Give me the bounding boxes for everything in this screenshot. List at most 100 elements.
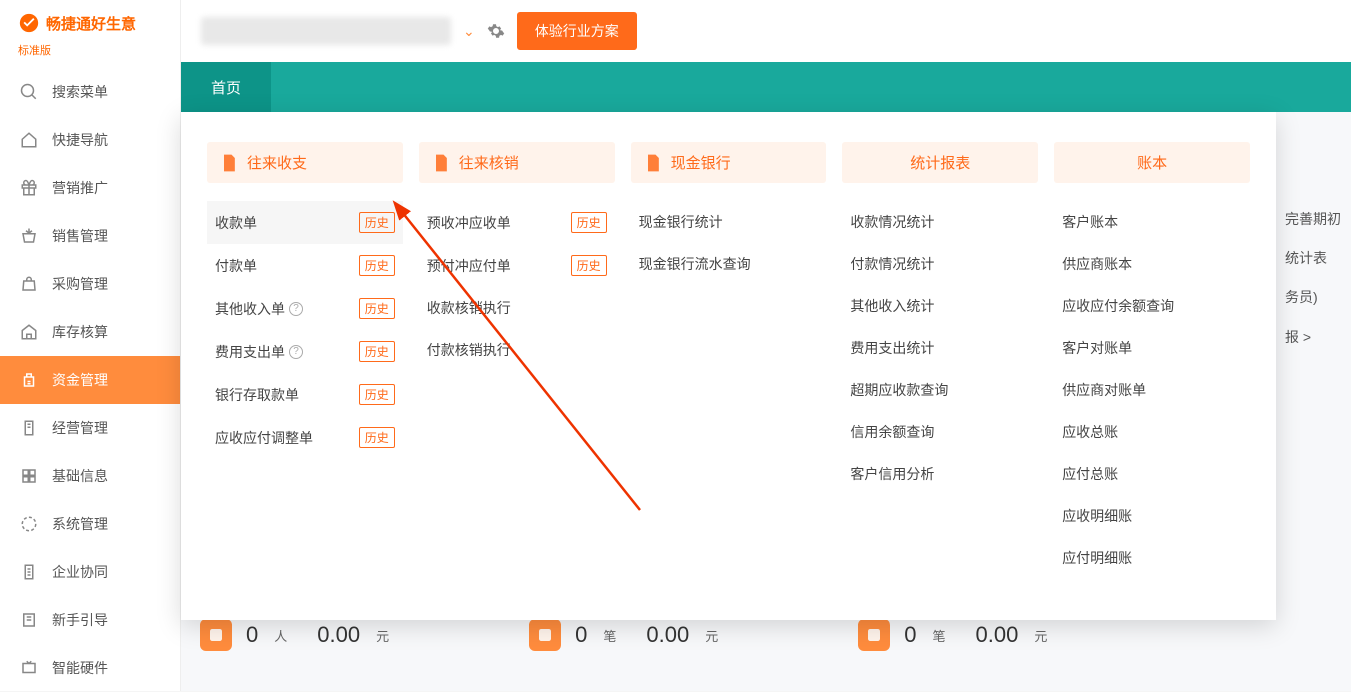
menu-item-label: 预收冲应收单 — [427, 213, 511, 233]
history-badge[interactable]: 历史 — [359, 212, 395, 233]
menu-item[interactable]: 应收应付余额查询 — [1054, 285, 1250, 327]
menu-item-label: 其他收入统计 — [850, 296, 934, 316]
menu-item-label: 付款单 — [215, 256, 257, 276]
history-badge[interactable]: 历史 — [571, 212, 607, 233]
menu-item[interactable]: 预收冲应收单 历史 — [419, 201, 615, 244]
stat-card: 0笔0.00元 — [858, 619, 1047, 651]
menu-item[interactable]: 收款核销执行 — [419, 287, 615, 329]
stat-unit: 笔 — [603, 626, 616, 645]
sidebar-item-guide[interactable]: 新手引导 — [0, 596, 180, 644]
peek-line: 报 > — [1285, 318, 1341, 357]
col-title: 账本 — [1137, 152, 1167, 173]
menu-item[interactable]: 费用支出统计 — [842, 327, 1038, 369]
menu-item[interactable]: 预付冲应付单 历史 — [419, 244, 615, 287]
menu-item[interactable]: 付款核销执行 — [419, 329, 615, 371]
menu-item[interactable]: 供应商账本 — [1054, 243, 1250, 285]
org-selector-blurred[interactable] — [201, 17, 451, 45]
megamenu-col-2: 现金银行现金银行统计现金银行流水查询 — [623, 142, 835, 590]
menu-item[interactable]: 其他收入统计 — [842, 285, 1038, 327]
bag-icon — [20, 275, 38, 293]
peek-line: 务员) — [1285, 278, 1341, 317]
sidebar-item-home[interactable]: 快捷导航 — [0, 116, 180, 164]
col-title: 往来收支 — [247, 152, 307, 173]
sidebar-item-gift[interactable]: 营销推广 — [0, 164, 180, 212]
sidebar-item-bag[interactable]: 采购管理 — [0, 260, 180, 308]
tab-home[interactable]: 首页 — [181, 62, 271, 113]
doc-icon — [219, 153, 239, 173]
history-badge[interactable]: 历史 — [359, 298, 395, 319]
peek-line: 完善期初 — [1285, 200, 1341, 239]
menu-item-label: 信用余额查询 — [850, 422, 934, 442]
sidebar-item-label: 企业协同 — [52, 562, 108, 582]
history-badge[interactable]: 历史 — [359, 341, 395, 362]
menu-item[interactable]: 应收明细账 — [1054, 495, 1250, 537]
sidebar-item-label: 系统管理 — [52, 514, 108, 534]
stat-icon — [858, 619, 890, 651]
menu-item[interactable]: 应收应付调整单历史 — [207, 416, 403, 459]
history-badge[interactable]: 历史 — [359, 255, 395, 276]
stat-card: 0笔0.00元 — [529, 619, 718, 651]
guide-icon — [20, 611, 38, 629]
base-icon — [20, 467, 38, 485]
gear-icon[interactable] — [487, 22, 505, 40]
menu-item-label: 现金银行流水查询 — [639, 254, 751, 274]
sidebar-item-sys[interactable]: 系统管理 — [0, 500, 180, 548]
megamenu-col-0: 往来收支收款单历史付款单历史其他收入单?历史费用支出单?历史银行存取款单历史应收… — [199, 142, 411, 590]
menu-item[interactable]: 应收总账 — [1054, 411, 1250, 453]
menu-item[interactable]: 收款单历史 — [207, 201, 403, 244]
biz-icon — [20, 419, 38, 437]
menu-item[interactable]: 客户账本 — [1054, 201, 1250, 243]
menu-item[interactable]: 现金银行统计 — [631, 201, 827, 243]
menu-item[interactable]: 应付明细账 — [1054, 537, 1250, 579]
history-badge[interactable]: 历史 — [571, 255, 607, 276]
menu-item[interactable]: 银行存取款单 历史 — [207, 373, 403, 416]
col-title: 现金银行 — [671, 152, 731, 173]
corp-icon — [20, 563, 38, 581]
help-icon[interactable]: ? — [289, 345, 303, 359]
menu-item[interactable]: 付款情况统计 — [842, 243, 1038, 285]
menu-item[interactable]: 客户信用分析 — [842, 453, 1038, 495]
sidebar-item-label: 采购管理 — [52, 274, 108, 294]
menu-item[interactable]: 信用余额查询 — [842, 411, 1038, 453]
sidebar-item-cart[interactable]: 销售管理 — [0, 212, 180, 260]
menu-item[interactable]: 收款情况统计 — [842, 201, 1038, 243]
experience-plan-button[interactable]: 体验行业方案 — [517, 12, 637, 50]
menu-item-label: 供应商对账单 — [1062, 380, 1146, 400]
history-badge[interactable]: 历史 — [359, 427, 395, 448]
background-peek-text: 完善期初统计表务员)报 > — [1285, 200, 1341, 357]
hw-icon — [20, 659, 38, 677]
sidebar-item-search[interactable]: 搜索菜单 — [0, 68, 180, 116]
menu-item[interactable]: 付款单 历史 — [207, 244, 403, 287]
search-icon — [20, 83, 38, 101]
col-title: 统计报表 — [910, 152, 970, 173]
home-icon — [20, 131, 38, 149]
sidebar-item-money[interactable]: 资金管理 — [0, 356, 180, 404]
col-title: 往来核销 — [459, 152, 519, 173]
menu-item[interactable]: 超期应收款查询 — [842, 369, 1038, 411]
menu-item-label: 预付冲应付单 — [427, 256, 511, 276]
menu-item[interactable]: 现金银行流水查询 — [631, 243, 827, 285]
menu-item[interactable]: 供应商对账单 — [1054, 369, 1250, 411]
stat-icon — [200, 619, 232, 651]
stat-unit: 人 — [274, 626, 287, 645]
megamenu-col-1: 往来核销预收冲应收单历史预付冲应付单历史收款核销执行付款核销执行 — [411, 142, 623, 590]
sidebar-item-corp[interactable]: 企业协同 — [0, 548, 180, 596]
menu-item-label: 费用支出单? — [215, 342, 303, 362]
sidebar-item-label: 库存核算 — [52, 322, 108, 342]
menu-item-label: 银行存取款单 — [215, 385, 299, 405]
menu-item[interactable]: 应付总账 — [1054, 453, 1250, 495]
sidebar-item-stock[interactable]: 库存核算 — [0, 308, 180, 356]
chevron-down-icon[interactable]: ⌄ — [463, 23, 475, 40]
menu-item[interactable]: 其他收入单?历史 — [207, 287, 403, 330]
sidebar-item-hw[interactable]: 智能硬件 — [0, 644, 180, 692]
stat-amount-unit: 元 — [1034, 626, 1047, 645]
sidebar-item-base[interactable]: 基础信息 — [0, 452, 180, 500]
menu-item[interactable]: 客户对账单 — [1054, 327, 1250, 369]
stat-amount-unit: 元 — [705, 626, 718, 645]
history-badge[interactable]: 历史 — [359, 384, 395, 405]
help-icon[interactable]: ? — [289, 302, 303, 316]
menu-item[interactable]: 费用支出单? 历史 — [207, 330, 403, 373]
sidebar-item-label: 销售管理 — [52, 226, 108, 246]
sys-icon — [20, 515, 38, 533]
sidebar-item-biz[interactable]: 经营管理 — [0, 404, 180, 452]
